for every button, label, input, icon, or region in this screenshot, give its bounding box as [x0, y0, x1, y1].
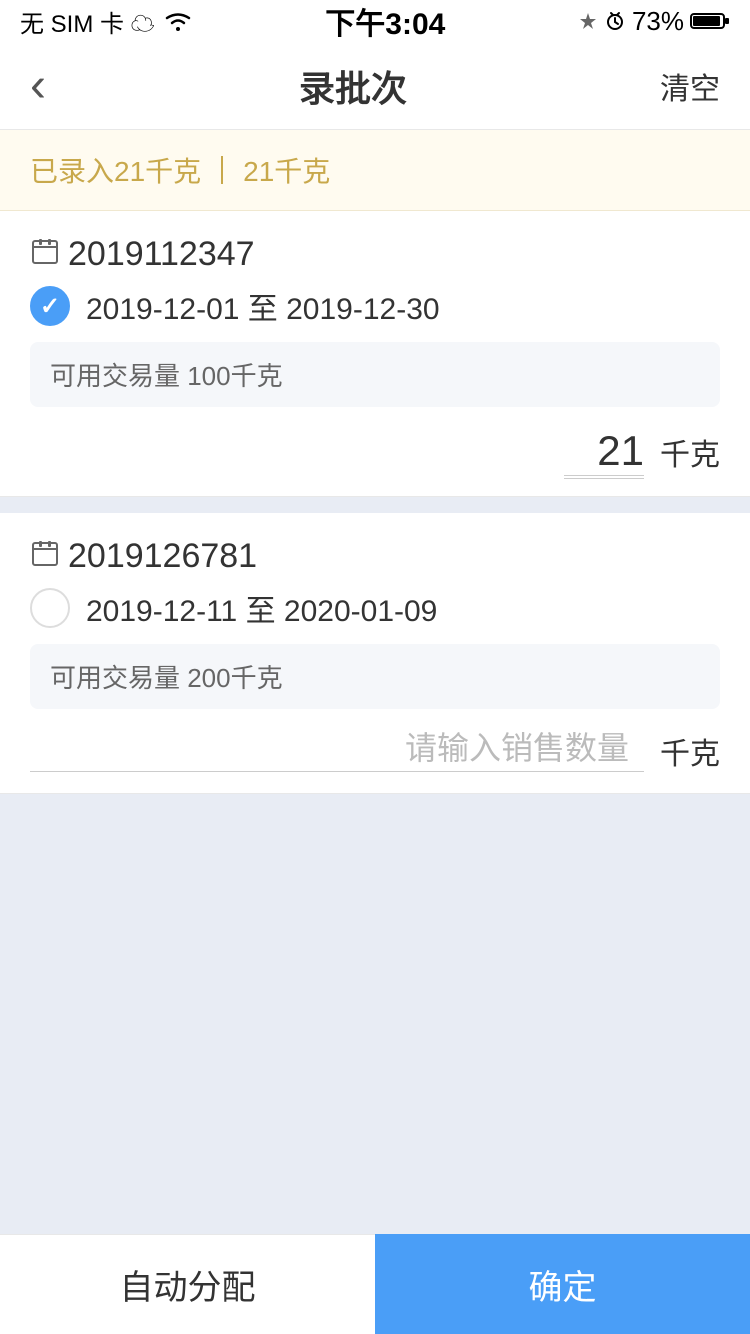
batch-availability-2: 可用交易量 200千克 — [30, 644, 720, 709]
section-divider — [0, 497, 750, 513]
quantity-row-1: 21 千克 — [0, 407, 750, 497]
status-left: 无 SIM 卡 ☁ — [20, 4, 193, 39]
clear-button[interactable]: 清空 — [660, 64, 720, 108]
content-wrapper: 已录入21千克 21千克 2019112347 2019-12-01 至 2 — [0, 130, 750, 1254]
info-banner: 已录入21千克 21千克 — [0, 130, 750, 211]
batch-date-row-1: 2019-12-01 至 2019-12-30 — [30, 284, 720, 328]
batch-id-text-1: 2019112347 — [68, 235, 255, 274]
batch-checkbox-2[interactable] — [30, 588, 70, 628]
batch-item-2: 2019126781 2019-12-11 至 2020-01-09 可用交易量… — [0, 513, 750, 794]
batch-date-text-2: 2019-12-11 至 2020-01-09 — [86, 586, 437, 630]
sim-label: 无 SIM 卡 ☁ — [20, 4, 155, 39]
batch-id-row-2: 2019126781 — [30, 537, 720, 576]
batch-id-row-1: 2019112347 — [30, 235, 720, 274]
status-right: 73% — [578, 6, 730, 37]
info-divider — [221, 156, 223, 184]
status-bar: 无 SIM 卡 ☁ 下午3:04 73% — [0, 0, 750, 42]
batch-id-icon-1 — [30, 236, 60, 274]
back-button[interactable]: ‹ — [30, 62, 46, 110]
batch-checkbox-1[interactable] — [30, 286, 70, 326]
input-row-2: 千克 — [0, 709, 750, 794]
wifi-icon — [163, 10, 193, 32]
batch-date-row-2: 2019-12-11 至 2020-01-09 — [30, 586, 720, 630]
quantity-value-1: 21 — [564, 427, 644, 476]
batch-item-1: 2019112347 2019-12-01 至 2019-12-30 可用交易量… — [0, 211, 750, 497]
page-title: 录批次 — [299, 60, 407, 112]
empty-area — [0, 794, 750, 1254]
bottom-bar: 自动分配 确定 — [0, 1234, 750, 1334]
recorded-label: 已录入21千克 — [30, 150, 201, 190]
batch-date-text-1: 2019-12-01 至 2019-12-30 — [86, 284, 440, 328]
batch-availability-1: 可用交易量 100千克 — [30, 342, 720, 407]
batch-id-icon-2 — [30, 538, 60, 576]
input-unit-2: 千克 — [660, 729, 720, 773]
recorded-value: 21千克 — [243, 150, 330, 190]
nav-bar: ‹ 录批次 清空 — [0, 42, 750, 130]
battery-icon — [690, 11, 730, 31]
location-icon — [578, 11, 598, 31]
quantity-input-2[interactable] — [30, 730, 644, 772]
confirm-button[interactable]: 确定 — [375, 1234, 750, 1334]
batch-id-text-2: 2019126781 — [68, 537, 257, 576]
auto-distribute-button[interactable]: 自动分配 — [0, 1234, 375, 1334]
quantity-unit-1: 千克 — [660, 430, 720, 474]
status-time: 下午3:04 — [325, 0, 445, 43]
battery-percent: 73% — [632, 6, 684, 37]
alarm-icon — [604, 10, 626, 32]
